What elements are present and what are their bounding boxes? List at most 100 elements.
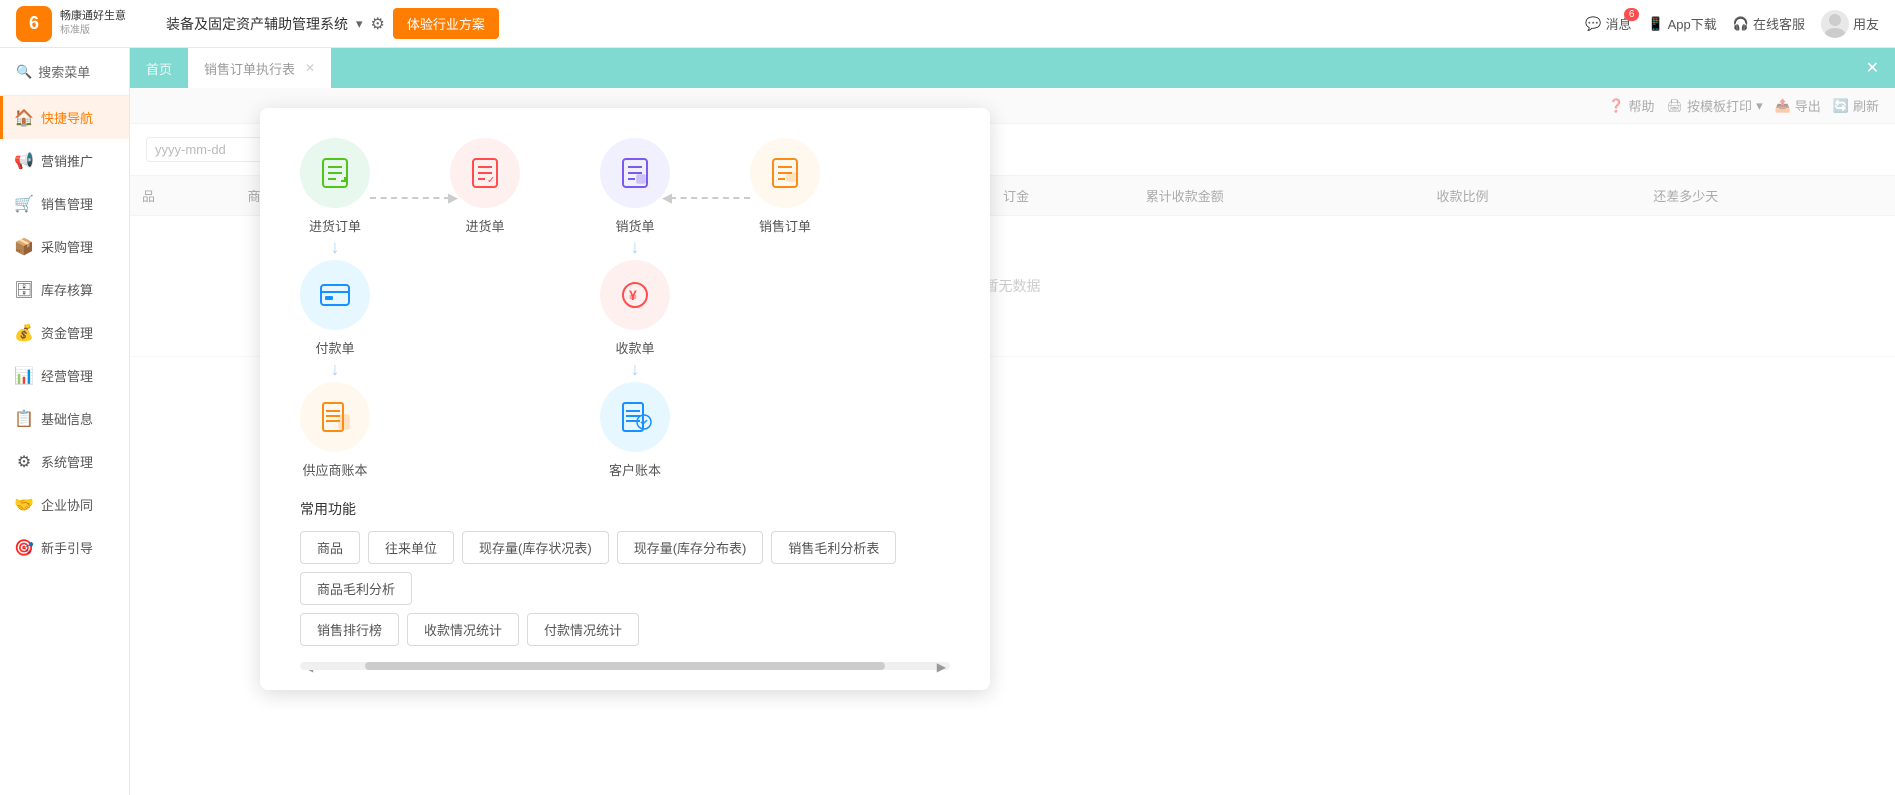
logo-text: 畅康通好生意 标准版	[60, 9, 126, 38]
common-btn-2[interactable]: 现存量(库存状况表)	[462, 531, 609, 564]
logo-icon: 6	[16, 6, 52, 42]
arrow-pay-to-sup: ↓	[331, 359, 340, 380]
common-btn-8[interactable]: 付款情况统计	[527, 613, 639, 646]
arrow-area-2: ◀	[670, 138, 750, 233]
sidebar-item-marketing[interactable]: 📢 营销推广	[0, 139, 129, 182]
modal-scrollbar: ◀ ▶	[300, 662, 950, 670]
receipt-circle: ¥	[600, 260, 670, 330]
right-column: 销售订单	[750, 138, 820, 235]
online-service-item[interactable]: 🎧 在线客服	[1733, 14, 1805, 33]
sidebar-item-operations[interactable]: 📊 经营管理	[0, 354, 129, 397]
content-area: 首页 销售订单执行表 ✕ ✕ ❓ 帮助 🖨 按模板打印 ▾	[130, 48, 1895, 795]
receipt-label: 收款单	[615, 338, 654, 357]
sidebar-item-sales[interactable]: 🛒 销售管理	[0, 182, 129, 225]
flow-item-customer-ledger[interactable]: 客户账本	[600, 382, 670, 479]
basicinfo-icon: 📋	[15, 410, 33, 428]
supplier-circle	[300, 382, 370, 452]
common-btn-1[interactable]: 往来单位	[368, 531, 454, 564]
sidebar: 🔍 搜索菜单 🏠 快捷导航 📢 营销推广 🛒 销售管理 📦 采购管理	[0, 48, 130, 795]
payment-circle	[300, 260, 370, 330]
flow-item-sales-bill[interactable]: 销货单	[600, 138, 670, 235]
sidebar-item-collab[interactable]: 🤝 企业协同	[0, 483, 129, 526]
user-item[interactable]: 用友	[1821, 10, 1879, 38]
sales-bill-col: 销货单 ↓ ¥ 收款单 ↓	[600, 138, 670, 479]
sidebar-item-inventory[interactable]: 🗄 库存核算	[0, 268, 129, 311]
flow-item-payment-bill[interactable]: 付款单	[300, 260, 370, 357]
top-right: 💬 消息 6 📱 App下载 🎧 在线客服 用友	[1585, 10, 1879, 38]
app-download-item[interactable]: 📱 App下载	[1647, 14, 1716, 33]
message-icon: 💬	[1585, 16, 1601, 32]
common-btn-3[interactable]: 现存量(库存分布表)	[617, 531, 764, 564]
flow-item-receipt-bill[interactable]: ¥ 收款单	[600, 260, 670, 357]
flow-item-supplier-ledger[interactable]: 供应商账本	[300, 382, 370, 479]
message-item[interactable]: 💬 消息 6	[1585, 14, 1631, 33]
common-btn-4[interactable]: 销售毛利分析表	[771, 531, 896, 564]
sales-icon: 🛒	[15, 195, 33, 213]
sidebar-item-system[interactable]: ⚙ 系统管理	[0, 440, 129, 483]
guide-icon: 🎯	[15, 539, 33, 557]
operations-icon: 📊	[15, 367, 33, 385]
purchase-icon: 📦	[15, 238, 33, 256]
purchase-bill-circle: ✓	[450, 138, 520, 208]
common-functions-title: 常用功能	[300, 499, 950, 519]
sidebar-item-basicinfo[interactable]: 📋 基础信息	[0, 397, 129, 440]
sales-order-circle	[750, 138, 820, 208]
sales-bill-circle	[600, 138, 670, 208]
home-icon: 🏠	[15, 109, 33, 127]
arrow-area-1: ▶	[370, 138, 450, 233]
customer-circle	[600, 382, 670, 452]
scroll-right-icon[interactable]: ▶	[937, 660, 946, 674]
system-title: 装备及固定资产辅助管理系统	[166, 14, 348, 34]
left-column: 进货订单 ↓ 付款单 ↓	[300, 138, 370, 479]
inventory-icon: 🗄	[15, 281, 33, 299]
scrollbar-thumb[interactable]	[365, 662, 885, 670]
flow-item-purchase-bill[interactable]: ✓ 进货单	[450, 138, 520, 235]
message-badge: 6	[1624, 8, 1640, 21]
sidebar-search-area: 🔍 搜索菜单	[0, 48, 129, 96]
user-avatar	[1821, 10, 1849, 38]
svg-text:✓: ✓	[487, 175, 495, 186]
supplier-label: 供应商账本	[302, 460, 367, 479]
sidebar-item-finance[interactable]: 💰 资金管理	[0, 311, 129, 354]
purchase-order-label: 进货订单	[309, 216, 361, 235]
flow-diagram-container: 进货订单 ↓ 付款单 ↓	[300, 138, 950, 479]
sidebar-item-purchase[interactable]: 📦 采购管理	[0, 225, 129, 268]
system-dropdown-btn[interactable]: ▾	[356, 16, 363, 32]
scrollbar-track	[300, 662, 950, 670]
headset-icon: 🎧	[1733, 16, 1749, 32]
arrow-po-to-pb: ↓	[331, 237, 340, 258]
svg-text:¥: ¥	[629, 287, 637, 303]
sales-bill-label: 销货单	[615, 216, 654, 235]
customer-label: 客户账本	[609, 460, 661, 479]
phone-icon: 📱	[1647, 16, 1663, 32]
common-functions-section: 常用功能 商品 往来单位 现存量(库存状况表) 现存量(库存分布表) 销售毛利分…	[300, 499, 950, 646]
common-functions-buttons: 商品 往来单位 现存量(库存状况表) 现存量(库存分布表) 销售毛利分析表 商品…	[300, 531, 950, 605]
main-area: 🔍 搜索菜单 🏠 快捷导航 📢 营销推广 🛒 销售管理 📦 采购管理	[0, 48, 1895, 795]
sidebar-item-quick-nav[interactable]: 🏠 快捷导航	[0, 96, 129, 139]
system-icon: ⚙	[15, 453, 33, 471]
arrow-rec-to-cus: ↓	[631, 359, 640, 380]
flow-item-sales-order[interactable]: 销售订单	[750, 138, 820, 235]
arrow-sb-to-rec: ↓	[631, 237, 640, 258]
top-bar: 6 畅康通好生意 标准版 装备及固定资产辅助管理系统 ▾ ⚙ 体验行业方案 💬 …	[0, 0, 1895, 48]
search-icon: 🔍	[16, 64, 32, 80]
trial-button[interactable]: 体验行业方案	[393, 8, 499, 39]
quick-nav-modal: 进货订单 ↓ 付款单 ↓	[260, 108, 990, 690]
settings-gear-icon[interactable]: ⚙	[371, 14, 385, 34]
purchase-bill-label: 进货单	[465, 216, 504, 235]
common-btn-0[interactable]: 商品	[300, 531, 360, 564]
common-btn-7[interactable]: 收款情况统计	[407, 613, 519, 646]
logo-area: 6 畅康通好生意 标准版	[16, 6, 146, 42]
collab-icon: 🤝	[15, 496, 33, 514]
marketing-icon: 📢	[15, 152, 33, 170]
top-bar-center: 装备及固定资产辅助管理系统 ▾ ⚙ 体验行业方案	[146, 8, 1585, 39]
purchase-order-circle	[300, 138, 370, 208]
purchase-bill-col: ✓ 进货单	[450, 138, 520, 235]
flow-item-purchase-order[interactable]: 进货订单	[300, 138, 370, 235]
finance-icon: 💰	[15, 324, 33, 342]
sidebar-item-guide[interactable]: 🎯 新手引导	[0, 526, 129, 569]
search-menu-button[interactable]: 🔍 搜索菜单	[8, 58, 121, 85]
common-btn-6[interactable]: 销售排行榜	[300, 613, 399, 646]
sales-order-label: 销售订单	[759, 216, 811, 235]
common-btn-5[interactable]: 商品毛利分析	[300, 572, 412, 605]
